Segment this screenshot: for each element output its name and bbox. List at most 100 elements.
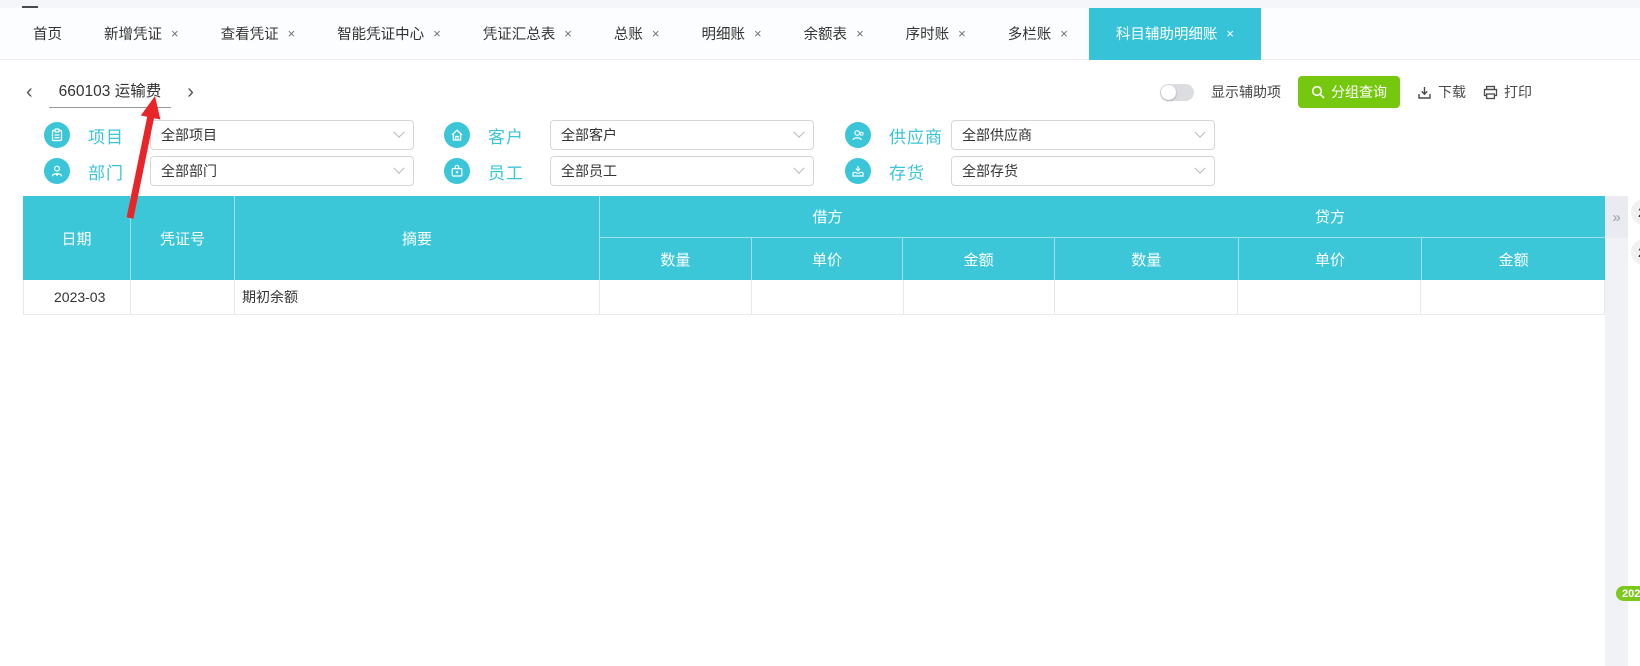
download-icon: [1418, 86, 1431, 99]
project-icon: [44, 122, 70, 148]
filter-label: 员工: [488, 163, 524, 183]
employee-select[interactable]: 全部员工: [550, 156, 814, 186]
tab-bar: 首页 新增凭证 × 查看凭证 × 智能凭证中心 × 凭证汇总表 × 总账 × 明细账 × 余…: [0, 7, 1640, 60]
double-chevron-right-icon: »: [1612, 208, 1621, 226]
next-subject-icon[interactable]: ›: [185, 82, 196, 102]
subject-auxiliary-detail-page: 首页 新增凭证 × 查看凭证 × 智能凭证中心 × 凭证汇总表 × 总账 × 明细账 × 余…: [0, 0, 1640, 666]
close-tab-icon[interactable]: ×: [652, 26, 660, 41]
tab-smart-voucher-center[interactable]: 智能凭证中心 ×: [316, 8, 462, 60]
tab-label: 余额表: [803, 27, 848, 43]
column-header-debit: 借方: [600, 196, 1055, 238]
close-tab-icon[interactable]: ×: [288, 26, 296, 41]
cell-debit-amount: [904, 280, 1055, 315]
chevron-down-icon: [393, 126, 405, 138]
tab-home[interactable]: 首页: [12, 8, 83, 60]
tab-label: 查看凭证: [220, 27, 279, 43]
search-icon: [1311, 85, 1325, 99]
cell-debit-qty: [600, 280, 752, 315]
tab-label: 智能凭证中心: [337, 27, 425, 43]
chevron-down-icon: [793, 162, 805, 174]
customer-icon: [444, 122, 470, 148]
column-header-credit-price: 单价: [1239, 238, 1423, 280]
tab-label: 序时账: [905, 27, 950, 43]
cell-voucher-no: [131, 280, 235, 315]
printer-icon: [1483, 85, 1498, 99]
column-header-debit-amount: 金额: [903, 238, 1056, 280]
department-select[interactable]: 全部部门: [150, 156, 414, 186]
supplier-select-value: 全部供应商: [962, 127, 1032, 143]
close-tab-icon[interactable]: ×: [564, 26, 572, 41]
filter-label: 存货: [889, 163, 925, 183]
column-group-credit: 贷方 数量 单价 金额: [1055, 196, 1605, 280]
print-button[interactable]: 打印: [1483, 82, 1532, 102]
close-tab-icon[interactable]: ×: [433, 26, 441, 41]
subject-selector[interactable]: 660103 运输费: [48, 77, 172, 108]
show-auxiliary-toggle[interactable]: [1160, 83, 1194, 101]
tab-label: 多栏账: [1007, 27, 1052, 43]
clipped-period-item: 2: [1631, 199, 1640, 225]
tab-multi-column-ledger[interactable]: 多栏账 ×: [987, 8, 1089, 60]
close-tab-icon[interactable]: ×: [1060, 26, 1068, 41]
column-header-credit-amount: 金额: [1498, 251, 1529, 269]
column-header-debit-qty: 数量: [600, 238, 752, 280]
supplier-select[interactable]: 全部供应商: [951, 120, 1215, 150]
customer-select-value: 全部客户: [561, 127, 617, 143]
expand-panel-button[interactable]: »: [1605, 196, 1628, 238]
tab-detail-ledger[interactable]: 明细账 ×: [680, 8, 782, 60]
close-tab-icon[interactable]: ×: [1226, 26, 1234, 41]
clipped-period-badge: 202: [1616, 586, 1640, 601]
cell-debit-price: [752, 280, 904, 315]
project-select-value: 全部项目: [161, 127, 217, 143]
toggle-label: 显示辅助项: [1211, 84, 1281, 100]
cell-date: 2023-03: [23, 280, 131, 315]
column-header-credit-qty: 数量: [1055, 238, 1239, 280]
employee-select-value: 全部员工: [561, 163, 617, 179]
cell-credit-qty: [1055, 280, 1238, 315]
filter-customer: 客户 全部客户: [444, 120, 814, 150]
ledger-table: 日期 凭证号 摘要 借方 数量 单价 金额 贷方 数量 单价 金额 2023-0…: [23, 196, 1605, 315]
group-query-label: 分组查询: [1331, 84, 1387, 100]
close-tab-icon[interactable]: ×: [856, 26, 864, 41]
filter-employee: 员工 全部员工: [444, 156, 814, 186]
tab-general-ledger[interactable]: 总账 ×: [593, 8, 681, 60]
clipped-period-item: 2: [1631, 239, 1640, 265]
chevron-down-icon: [793, 126, 805, 138]
chevron-down-icon: [1194, 126, 1206, 138]
filter-label: 供应商: [889, 127, 943, 147]
inventory-select[interactable]: 全部存货: [951, 156, 1215, 186]
inventory-icon: [845, 158, 871, 184]
tab-voucher-summary[interactable]: 凭证汇总表 ×: [462, 8, 593, 60]
close-tab-icon[interactable]: ×: [958, 26, 966, 41]
tab-label: 明细账: [701, 27, 745, 43]
filter-label: 项目: [88, 127, 124, 147]
tab-sequential-ledger[interactable]: 序时账 ×: [885, 8, 987, 60]
tab-view-voucher[interactable]: 查看凭证 ×: [200, 8, 317, 60]
project-select[interactable]: 全部项目: [150, 120, 414, 150]
table-header: 日期 凭证号 摘要 借方 数量 单价 金额 贷方 数量 单价 金额: [23, 196, 1605, 280]
inventory-select-value: 全部存货: [962, 163, 1018, 179]
tab-new-voucher[interactable]: 新增凭证 ×: [83, 8, 200, 60]
tab-label: 新增凭证: [104, 27, 162, 43]
download-button[interactable]: 下载: [1417, 82, 1466, 102]
filter-label: 客户: [488, 127, 524, 147]
department-icon: [44, 158, 70, 184]
customer-select[interactable]: 全部客户: [550, 120, 814, 150]
tab-subject-auxiliary-detail[interactable]: 科目辅助明细账 ×: [1088, 7, 1261, 60]
prev-subject-icon[interactable]: ‹: [24, 82, 35, 102]
filter-department: 部门 全部部门: [44, 156, 414, 186]
department-select-value: 全部部门: [161, 163, 217, 179]
subject-nav: ‹ 660103 运输费 ›: [24, 77, 196, 108]
close-tab-icon[interactable]: ×: [171, 26, 179, 41]
tab-balance-table[interactable]: 余额表 ×: [783, 8, 885, 60]
filter-inventory: 存货 全部存货: [845, 156, 1215, 186]
close-tab-icon[interactable]: ×: [754, 26, 762, 41]
cell-summary: 期初余额: [235, 280, 600, 315]
employee-icon: [444, 158, 470, 184]
chevron-down-icon: [1194, 162, 1206, 174]
chevron-down-icon: [393, 162, 405, 174]
tab-label: 凭证汇总表: [482, 27, 556, 43]
column-header-credit: 贷方: [1055, 196, 1605, 238]
column-header-debit-price: 单价: [752, 238, 904, 280]
group-query-button[interactable]: 分组查询: [1298, 76, 1400, 108]
toolbar: 显示辅助项 分组查询 下载 打印: [1160, 74, 1532, 110]
